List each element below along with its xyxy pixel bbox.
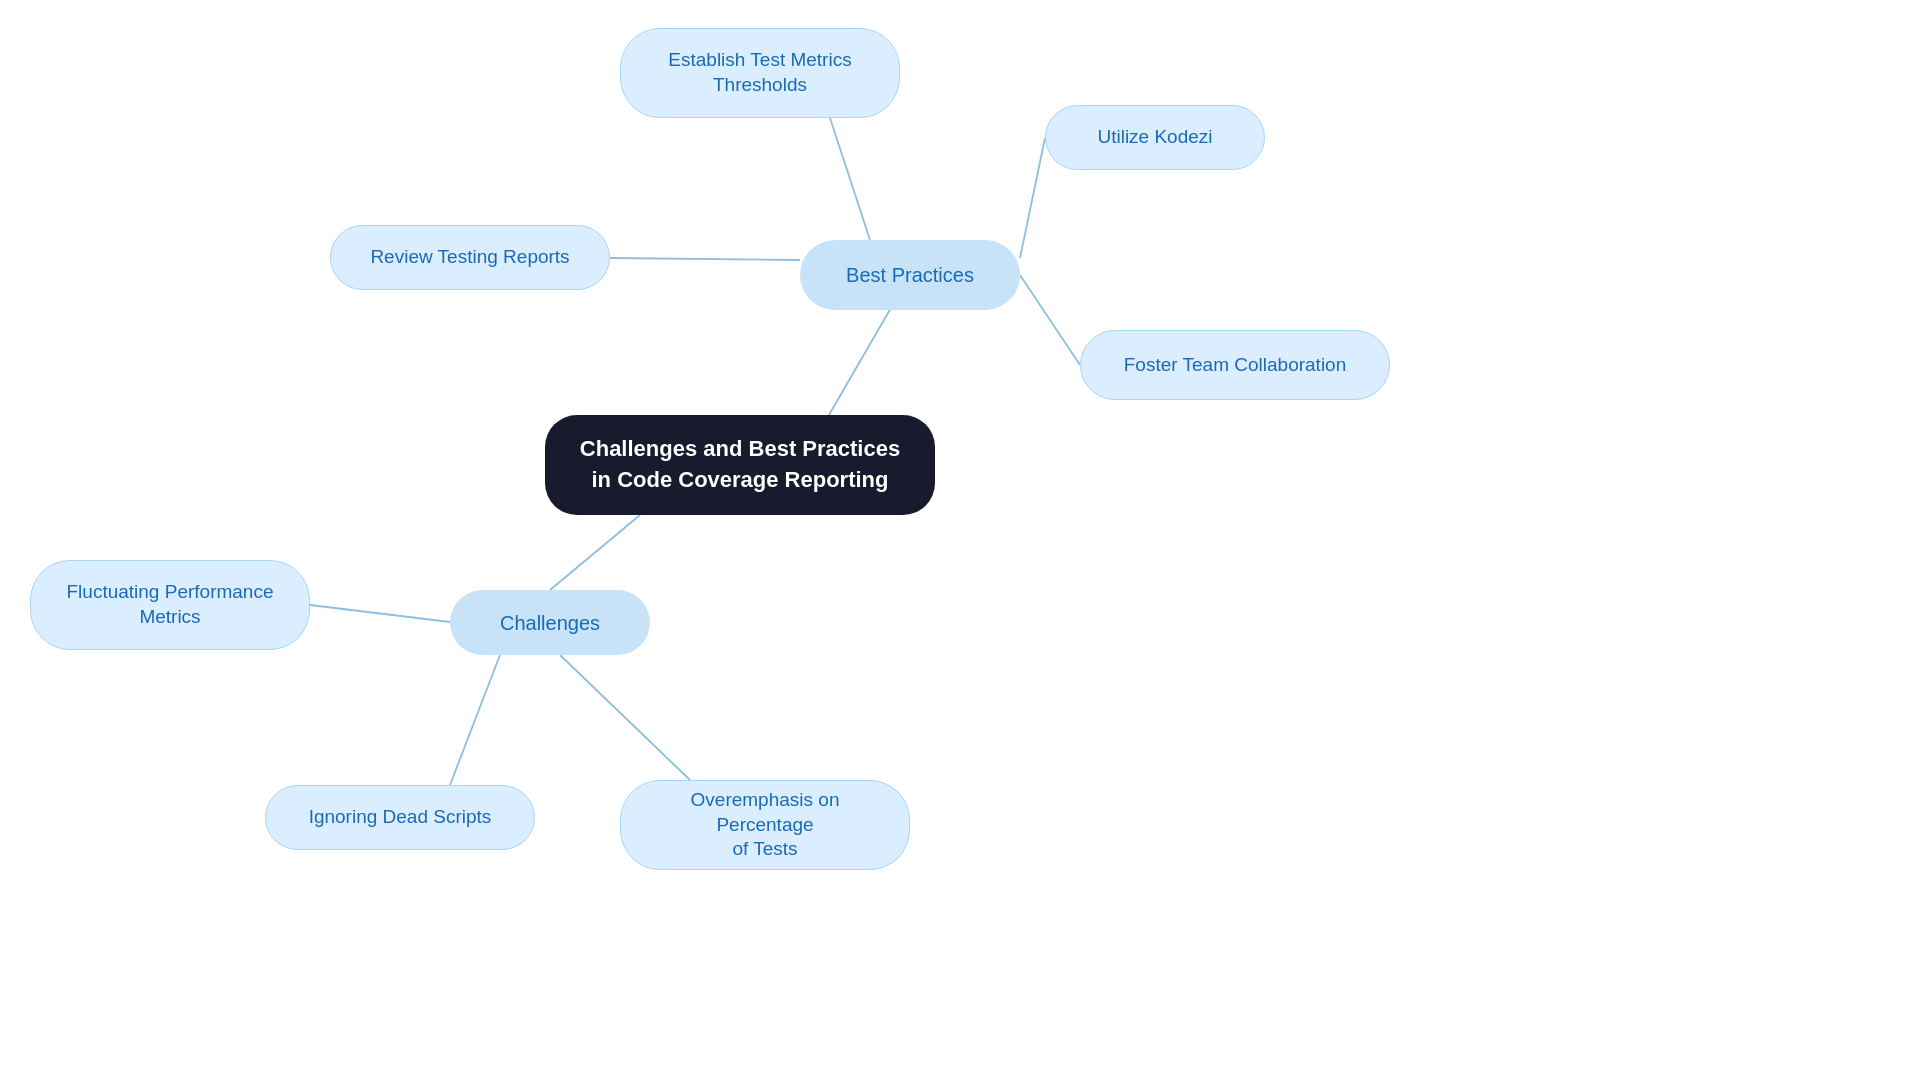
ignoring-label: Ignoring Dead Scripts [309, 805, 492, 830]
challenges-label: Challenges [500, 610, 600, 636]
svg-line-2 [610, 258, 800, 260]
ignoring-node: Ignoring Dead Scripts [265, 785, 535, 850]
svg-line-4 [1020, 275, 1080, 365]
svg-line-6 [310, 605, 450, 622]
overemphasis-node: Overemphasis on Percentage of Tests [620, 780, 910, 870]
best-practices-node: Best Practices [800, 240, 1020, 310]
foster-node: Foster Team Collaboration [1080, 330, 1390, 400]
overemphasis-label: Overemphasis on Percentage of Tests [649, 788, 881, 862]
utilize-node: Utilize Kodezi [1045, 105, 1265, 170]
connections-svg [0, 0, 1920, 1083]
challenges-node: Challenges [450, 590, 650, 655]
svg-line-7 [450, 655, 500, 785]
svg-line-8 [560, 655, 690, 780]
review-label: Review Testing Reports [370, 245, 569, 270]
svg-line-3 [1020, 138, 1045, 258]
center-node: Challenges and Best Practices in Code Co… [545, 415, 935, 515]
review-node: Review Testing Reports [330, 225, 610, 290]
center-label: Challenges and Best Practices in Code Co… [573, 434, 907, 496]
utilize-label: Utilize Kodezi [1097, 125, 1212, 150]
fluctuating-node: Fluctuating Performance Metrics [30, 560, 310, 650]
establish-label: Establish Test Metrics Thresholds [668, 48, 851, 97]
foster-label: Foster Team Collaboration [1124, 353, 1346, 378]
best-practices-label: Best Practices [846, 262, 974, 288]
svg-line-5 [550, 515, 640, 590]
svg-line-1 [830, 118, 870, 240]
fluctuating-label: Fluctuating Performance Metrics [67, 580, 274, 629]
establish-node: Establish Test Metrics Thresholds [620, 28, 900, 118]
